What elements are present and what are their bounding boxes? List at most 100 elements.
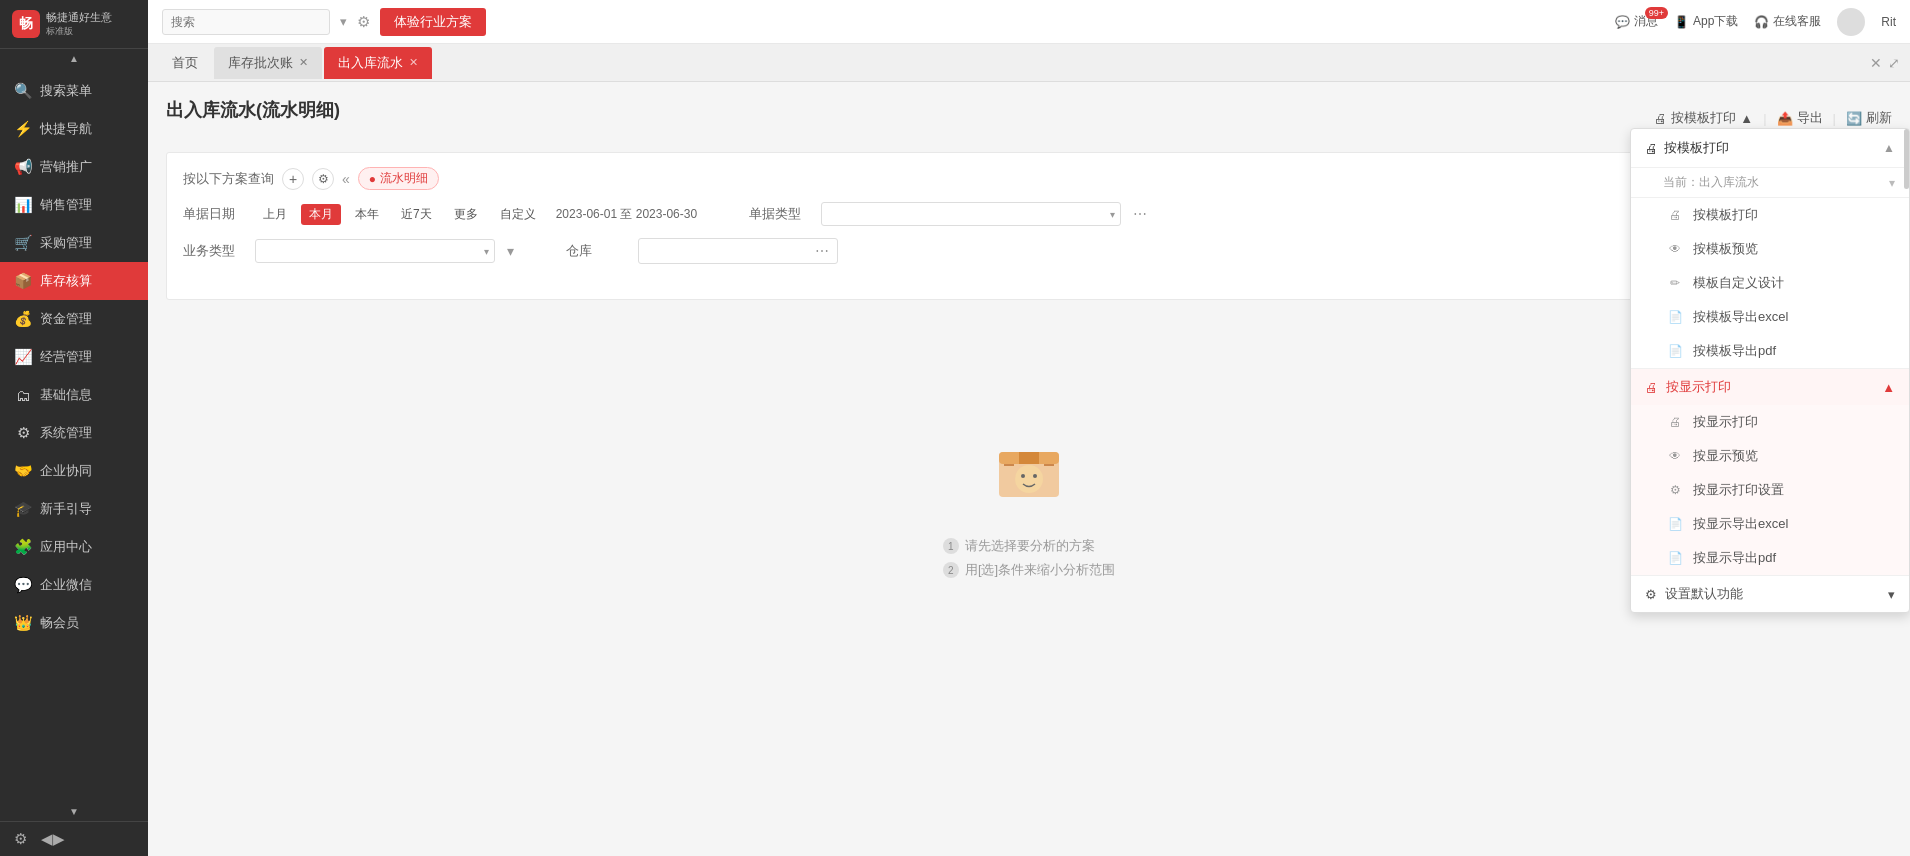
topbar-online-service[interactable]: 🎧 在线客服 xyxy=(1754,13,1821,30)
quicknav-icon: ⚡ xyxy=(14,120,32,138)
toolbar-sep1: | xyxy=(1763,111,1766,126)
topbar-search-input[interactable] xyxy=(162,9,330,35)
sidebar-item-system[interactable]: ⚙ 系统管理 xyxy=(0,414,148,452)
wechat-icon: 💬 xyxy=(14,576,32,594)
industry-solution-button[interactable]: 体验行业方案 xyxy=(380,8,486,36)
filter-collapse-button[interactable]: « xyxy=(342,171,350,187)
display-excel-icon: 📄 xyxy=(1667,517,1683,531)
filter-bill-type-select[interactable] xyxy=(821,202,1121,226)
sidebar-collapse-icon[interactable]: ◀▶ xyxy=(41,830,65,848)
tabbar-maximize[interactable]: ⤢ xyxy=(1888,55,1900,71)
tabbar: 首页 库存批次账 ✕ 出入库流水 ✕ ✕ ⤢ xyxy=(148,44,1910,82)
sidebar-item-apps[interactable]: 🧩 应用中心 xyxy=(0,528,148,566)
filter-tag-label: 流水明细 xyxy=(380,170,428,187)
export-button[interactable]: 📤 导出 xyxy=(1777,109,1823,127)
username-label[interactable]: Rit xyxy=(1881,15,1896,29)
display-pdf-icon: 📄 xyxy=(1667,551,1683,565)
filter-date-last-month[interactable]: 上月 xyxy=(255,204,295,225)
display-pdf-label: 按显示导出pdf xyxy=(1693,549,1776,567)
tab-batch-close[interactable]: ✕ xyxy=(299,56,308,69)
dropdown-template-custom[interactable]: ✏ 模板自定义设计 xyxy=(1631,266,1909,300)
filter-settings-button[interactable]: ⚙ xyxy=(312,168,334,190)
tab-batch-label: 库存批次账 xyxy=(228,54,293,72)
sidebar-item-quicknav[interactable]: ⚡ 快捷导航 xyxy=(0,110,148,148)
dropdown-display-print[interactable]: 🖨 按显示打印 xyxy=(1631,405,1909,439)
filter-bill-type-label: 单据类型 xyxy=(749,205,809,223)
sidebar-item-marketing[interactable]: 📢 营销推广 xyxy=(0,148,148,186)
filter-add-button[interactable]: + xyxy=(282,168,304,190)
vip-icon: 👑 xyxy=(14,614,32,632)
print-button[interactable]: 🖨 按模板打印 ▲ xyxy=(1654,109,1753,127)
refresh-button[interactable]: 🔄 刷新 xyxy=(1846,109,1892,127)
display-section-arrow[interactable]: ▲ xyxy=(1882,380,1895,395)
sidebar-item-label: 搜索菜单 xyxy=(40,82,92,100)
filter-bill-type-dots[interactable]: ⋯ xyxy=(1133,206,1147,222)
toolbar-sep2: | xyxy=(1833,111,1836,126)
tab-batch[interactable]: 库存批次账 ✕ xyxy=(214,47,322,79)
filter-date-this-year[interactable]: 本年 xyxy=(347,204,387,225)
template-custom-label: 模板自定义设计 xyxy=(1693,274,1784,292)
sidebar-item-search[interactable]: 🔍 搜索菜单 xyxy=(0,72,148,110)
tab-home-label: 首页 xyxy=(172,54,198,72)
sidebar-item-wechat[interactable]: 💬 企业微信 xyxy=(0,566,148,604)
tab-flow-close[interactable]: ✕ xyxy=(409,56,418,69)
dropdown-template-pdf[interactable]: 📄 按模板导出pdf xyxy=(1631,334,1909,368)
print-dropdown-panel: 🖨 按模板打印 ▲ 当前：出入库流水 ▾ 🖨 按模板打印 👁 xyxy=(1630,128,1910,613)
topbar-app-download[interactable]: 📱 App下载 xyxy=(1674,13,1738,30)
filter-date-more[interactable]: 更多 xyxy=(446,204,486,225)
sidebar-item-inventory[interactable]: 📦 库存核算 xyxy=(0,262,148,300)
dropdown-display-settings[interactable]: ⚙ 按显示打印设置 xyxy=(1631,473,1909,507)
dropdown-scroll-thumb[interactable] xyxy=(1904,129,1909,189)
tab-flow[interactable]: 出入库流水 ✕ xyxy=(324,47,432,79)
dropdown-section-display-header[interactable]: 🖨 按显示打印 ▲ xyxy=(1631,369,1909,405)
template-preview-label: 按模板预览 xyxy=(1693,240,1758,258)
empty-tip-1: 1 请先选择要分析的方案 xyxy=(943,537,1115,555)
topbar-gear-icon[interactable]: ⚙ xyxy=(357,13,370,31)
dropdown-template-preview[interactable]: 👁 按模板预览 xyxy=(1631,232,1909,266)
filter-date-last7days[interactable]: 近7天 xyxy=(393,204,440,225)
dropdown-current-arrow[interactable]: ▾ xyxy=(1889,176,1895,190)
page-title: 出入库流水(流水明细) xyxy=(166,98,340,122)
sidebar-scroll-down[interactable]: ▼ xyxy=(0,802,148,821)
user-avatar[interactable] xyxy=(1837,8,1865,36)
svg-point-4 xyxy=(1021,474,1025,478)
filter-biz-arrow[interactable]: ▾ xyxy=(507,243,514,259)
topbar-dropdown-arrow[interactable]: ▾ xyxy=(340,14,347,29)
dropdown-display-preview[interactable]: 👁 按显示预览 xyxy=(1631,439,1909,473)
display-preview-icon: 👁 xyxy=(1667,449,1683,463)
filter-warehouse-selector[interactable]: ⋯ xyxy=(638,238,838,264)
dropdown-template-excel[interactable]: 📄 按模板导出excel xyxy=(1631,300,1909,334)
message-badge: 99+ xyxy=(1645,7,1668,19)
filter-date-this-month[interactable]: 本月 xyxy=(301,204,341,225)
sidebar-item-base[interactable]: 🗂 基础信息 xyxy=(0,376,148,414)
filter-warehouse-dots[interactable]: ⋯ xyxy=(815,243,829,259)
filter-biz-type-select[interactable] xyxy=(255,239,495,263)
sidebar-item-operations[interactable]: 📈 经营管理 xyxy=(0,338,148,376)
sidebar-item-finance[interactable]: 💰 资金管理 xyxy=(0,300,148,338)
dropdown-template-print[interactable]: 🖨 按模板打印 xyxy=(1631,198,1909,232)
topbar: ▾ ⚙ 体验行业方案 💬 消息 99+ 📱 App下载 🎧 在线客服 Rit xyxy=(148,0,1910,44)
dropdown-collapse-arrow[interactable]: ▲ xyxy=(1883,141,1895,155)
dropdown-display-pdf[interactable]: 📄 按显示导出pdf xyxy=(1631,541,1909,575)
main-area: ▾ ⚙ 体验行业方案 💬 消息 99+ 📱 App下载 🎧 在线客服 Rit 首… xyxy=(148,0,1910,856)
sidebar-item-purchase[interactable]: 🛒 采购管理 xyxy=(0,224,148,262)
dropdown-scrollbar[interactable] xyxy=(1903,129,1909,612)
empty-tips: 1 请先选择要分析的方案 2 用[选]条件来缩小分析范围 xyxy=(943,537,1115,585)
current-label-text: 当前：出入库流水 xyxy=(1663,175,1759,189)
template-excel-icon: 📄 xyxy=(1667,310,1683,324)
sidebar-settings-icon[interactable]: ⚙ xyxy=(14,830,27,848)
filter-date-custom[interactable]: 自定义 xyxy=(492,204,544,225)
dropdown-footer[interactable]: ⚙ 设置默认功能 ▾ xyxy=(1631,575,1909,612)
sidebar-item-label: 采购管理 xyxy=(40,234,92,252)
sidebar-item-collab[interactable]: 🤝 企业协同 xyxy=(0,452,148,490)
sidebar-item-newbie[interactable]: 🎓 新手引导 xyxy=(0,490,148,528)
tab-home[interactable]: 首页 xyxy=(158,47,212,79)
display-settings-icon: ⚙ xyxy=(1667,483,1683,497)
filter-prefix-label: 按以下方案查询 xyxy=(183,170,274,188)
dropdown-display-excel[interactable]: 📄 按显示导出excel xyxy=(1631,507,1909,541)
sidebar-scroll-up[interactable]: ▲ xyxy=(0,49,148,68)
tabbar-close-all[interactable]: ✕ xyxy=(1870,55,1882,71)
topbar-messages[interactable]: 💬 消息 99+ xyxy=(1615,13,1658,30)
sidebar-item-sales[interactable]: 📊 销售管理 xyxy=(0,186,148,224)
sidebar-item-vip[interactable]: 👑 畅会员 xyxy=(0,604,148,642)
